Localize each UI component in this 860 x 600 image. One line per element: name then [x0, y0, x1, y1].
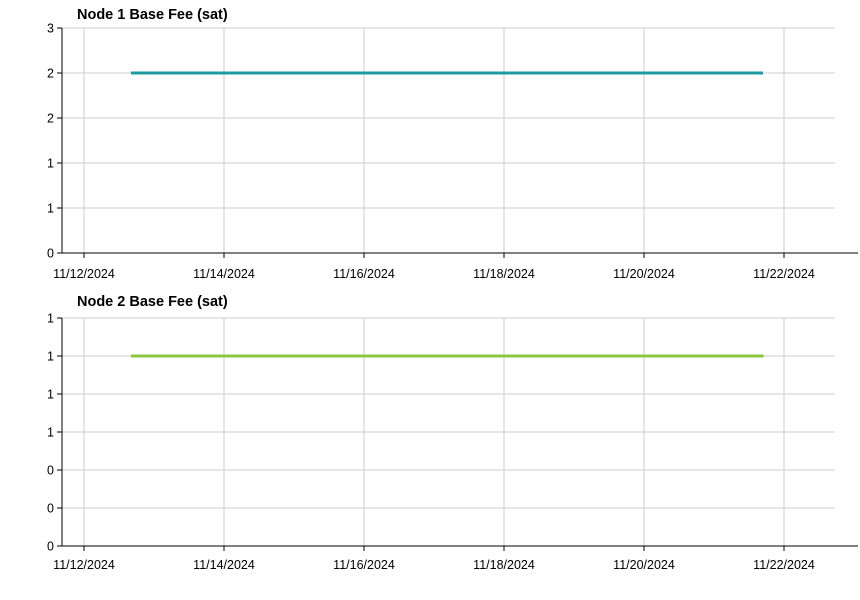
charts-canvas: 0 1 1 2 2 3 11/12/2024 11/14/2024 11/16/2024 11/1…: [0, 0, 860, 600]
y-tick-label: 0: [47, 540, 54, 554]
x-tick-label: 11/16/2024: [333, 267, 395, 281]
fee-charts-page: Node 1 Base Fee (sat) Node 2 Base Fee (s…: [0, 0, 860, 600]
y-tick-label: 0: [47, 464, 54, 478]
y-tick-label: 0: [47, 247, 54, 261]
y-tick-label: 1: [47, 426, 54, 440]
y-tick-label: 1: [47, 350, 54, 364]
x-tick-label: 11/16/2024: [333, 558, 395, 572]
y-tick-label: 1: [47, 157, 54, 171]
x-tick-label: 11/14/2024: [193, 267, 255, 281]
y-tick-label: 1: [47, 202, 54, 216]
y-tick-label: 2: [47, 112, 54, 126]
x-tick-label: 11/18/2024: [473, 558, 535, 572]
x-tick-label: 11/22/2024: [753, 558, 815, 572]
y-tick-label: 1: [47, 388, 54, 402]
x-tick-label: 11/18/2024: [473, 267, 535, 281]
x-tick-label: 11/20/2024: [613, 558, 675, 572]
y-tick-label: 1: [47, 312, 54, 326]
y-tick-label: 0: [47, 502, 54, 516]
x-tick-label: 11/12/2024: [53, 558, 115, 572]
x-tick-label: 11/12/2024: [53, 267, 115, 281]
y-tick-label: 2: [47, 67, 54, 81]
x-tick-label: 11/14/2024: [193, 558, 255, 572]
x-tick-label: 11/20/2024: [613, 267, 675, 281]
y-tick-label: 3: [47, 22, 54, 36]
x-tick-label: 11/22/2024: [753, 267, 815, 281]
